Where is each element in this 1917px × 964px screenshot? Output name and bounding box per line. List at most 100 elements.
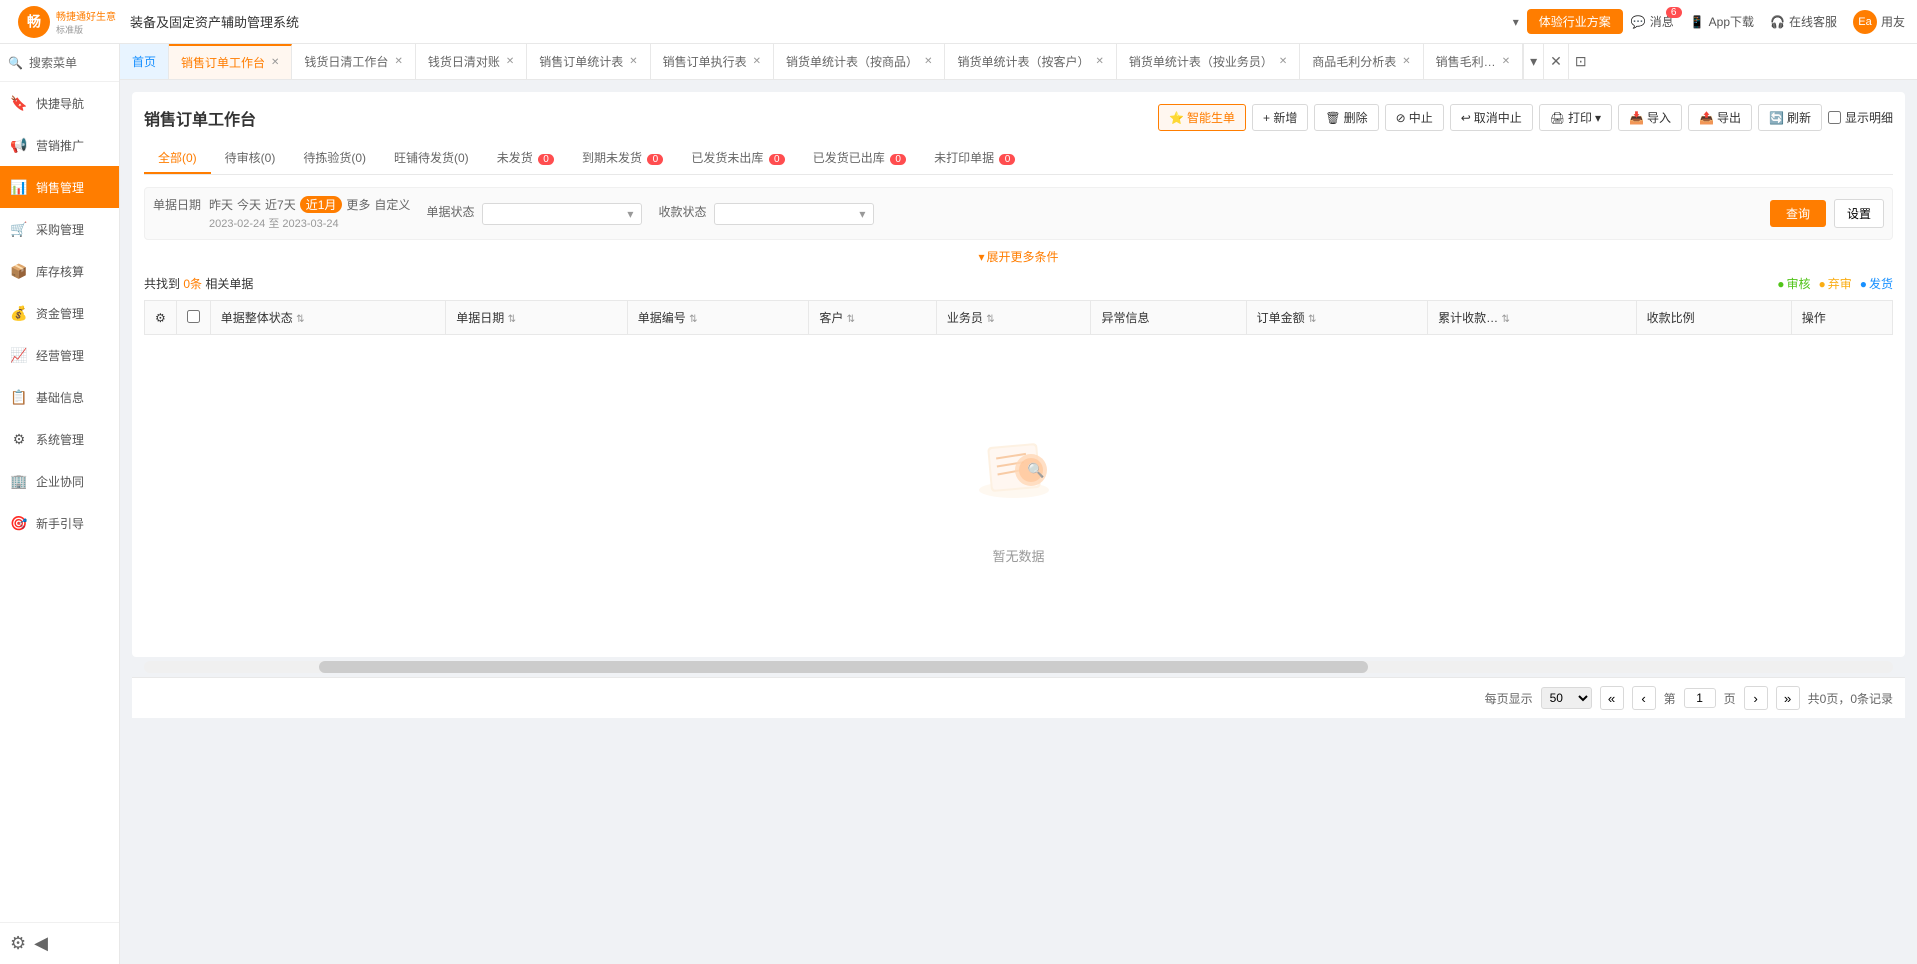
col-amount-label: 订单金额	[1257, 311, 1305, 325]
date-opt-1month[interactable]: 近1月	[300, 196, 343, 213]
smart-generate-button[interactable]: ⭐ 智能生单	[1158, 104, 1246, 131]
ship-action-link[interactable]: ● 发货	[1860, 275, 1893, 292]
date-opt-7days[interactable]: 近7天	[265, 196, 296, 213]
add-button[interactable]: + 新增	[1252, 104, 1308, 131]
status-filter-select[interactable]: ▾	[482, 203, 642, 225]
sidebar-item-inventory[interactable]: 📦 库存核算	[0, 250, 119, 292]
tab-sales-margin[interactable]: 销售毛利… ✕	[1424, 44, 1523, 80]
filter-tab-all[interactable]: 全部(0)	[144, 143, 211, 174]
industry-solution-button[interactable]: 体验行业方案	[1527, 9, 1623, 34]
tab-close-icon-10[interactable]: ✕	[1502, 56, 1510, 67]
stop-button[interactable]: ⊘ 中止	[1385, 104, 1444, 131]
col-settings[interactable]: ⚙	[145, 301, 177, 335]
sort-amount-icon[interactable]: ⇅	[1308, 314, 1316, 325]
sort-number-icon[interactable]: ⇅	[689, 314, 697, 325]
delete-button[interactable]: 🗑 删除	[1314, 104, 1378, 131]
sidebar-item-marketing[interactable]: 📢 营销推广	[0, 124, 119, 166]
sidebar-item-operation[interactable]: 📈 经营管理	[0, 334, 119, 376]
tab-close-icon-4[interactable]: ✕	[629, 56, 637, 67]
message-action[interactable]: 💬 消息 6	[1631, 13, 1674, 30]
page-size-select[interactable]: 10 20 50 100	[1541, 687, 1592, 709]
refresh-button[interactable]: 🔄 刷新	[1758, 104, 1822, 131]
tab-sales-workbench[interactable]: 销售订单工作台 ✕	[169, 44, 292, 80]
app-download-action[interactable]: 📱 App下载	[1690, 13, 1754, 30]
filter-tab-not-printed[interactable]: 未打印单据 0	[920, 143, 1029, 174]
tab-margin-analysis[interactable]: 商品毛利分析表 ✕	[1300, 44, 1423, 80]
query-button[interactable]: 查询	[1770, 200, 1826, 227]
sidebar-item-basic[interactable]: 📋 基础信息	[0, 376, 119, 418]
show-detail-checkbox[interactable]: 显示明细	[1828, 109, 1893, 126]
tab-close-icon[interactable]: ✕	[271, 57, 279, 68]
user-action[interactable]: Ea 用友	[1853, 10, 1905, 34]
sort-received-icon[interactable]: ⇅	[1501, 314, 1509, 325]
sidebar-purchase-label: 采购管理	[36, 221, 84, 238]
sidebar-item-corp[interactable]: 🏢 企业协同	[0, 460, 119, 502]
tab-goods-stats-staff[interactable]: 销货单统计表（按业务员） ✕	[1117, 44, 1300, 80]
horizontal-scrollbar[interactable]	[132, 661, 1905, 673]
date-opt-custom[interactable]: 自定义	[374, 196, 410, 213]
filter-settings-button[interactable]: 设置	[1834, 199, 1884, 228]
tab-close-icon-9[interactable]: ✕	[1402, 56, 1410, 67]
export-button[interactable]: 📤 导出	[1688, 104, 1752, 131]
page-number-input[interactable]	[1684, 688, 1716, 708]
tab-close-all-btn[interactable]: ✕	[1543, 44, 1568, 80]
print-button[interactable]: 🖨 打印 ▾	[1539, 104, 1612, 131]
sort-staff-icon[interactable]: ⇅	[986, 314, 994, 325]
settings-dropdown-icon[interactable]: ▾	[1513, 15, 1519, 29]
filter-tab-not-shipped[interactable]: 未发货 0	[483, 143, 568, 174]
date-opt-today[interactable]: 今天	[237, 196, 261, 213]
tab-goods-stats-customer[interactable]: 销货单统计表（按客户） ✕	[945, 44, 1116, 80]
sort-status-icon[interactable]: ⇅	[296, 314, 304, 325]
tab-cash-reconcile[interactable]: 钱货日清对账 ✕	[416, 44, 527, 80]
next-page-btn[interactable]: ›	[1744, 686, 1768, 710]
detail-checkbox-input[interactable]	[1828, 111, 1841, 124]
tab-close-icon-6[interactable]: ✕	[924, 56, 932, 67]
audit-action-link[interactable]: ● 审核	[1777, 275, 1810, 292]
tab-close-icon-5[interactable]: ✕	[753, 56, 761, 67]
tab-close-icon-2[interactable]: ✕	[394, 56, 402, 67]
sidebar-settings-btn[interactable]: ⚙	[10, 933, 26, 954]
select-all-checkbox[interactable]	[187, 310, 200, 323]
sidebar-item-nav[interactable]: 🔖 快捷导航	[0, 82, 119, 124]
sort-date-icon[interactable]: ⇅	[508, 314, 516, 325]
sidebar-collapse-btn[interactable]: ◀	[34, 933, 48, 954]
tab-more-btn[interactable]: ▾	[1523, 44, 1543, 80]
tab-home[interactable]: 首页	[120, 44, 169, 80]
sidebar-item-purchase[interactable]: 🛒 采购管理	[0, 208, 119, 250]
payment-filter-select[interactable]: ▾	[714, 203, 874, 225]
tab-cash-daily[interactable]: 钱货日清工作台 ✕	[292, 44, 415, 80]
expand-filter-btn[interactable]: ▾ 展开更多条件	[978, 248, 1058, 265]
tab-close-icon-3[interactable]: ✕	[506, 56, 514, 67]
tab-goods-stats-product[interactable]: 销货单统计表（按商品） ✕	[774, 44, 945, 80]
cancel-stop-button[interactable]: ↩ 取消中止	[1450, 104, 1533, 131]
last-page-btn[interactable]: »	[1776, 686, 1800, 710]
import-button[interactable]: 📥 导入	[1618, 104, 1682, 131]
col-checkbox[interactable]	[176, 301, 210, 335]
sidebar-item-finance[interactable]: 💰 资金管理	[0, 292, 119, 334]
online-service-action[interactable]: 🎧 在线客服	[1770, 13, 1837, 30]
sort-customer-icon[interactable]: ⇅	[847, 314, 855, 325]
expand-label: 展开更多条件	[987, 248, 1059, 265]
date-opt-more[interactable]: 更多	[346, 196, 370, 213]
tab-sales-stats[interactable]: 销售订单统计表 ✕	[527, 44, 650, 80]
tab-maximize-btn[interactable]: ⊡	[1568, 44, 1593, 80]
sidebar-item-system[interactable]: ⚙ 系统管理	[0, 418, 119, 460]
sidebar-search[interactable]: 🔍 搜索菜单	[0, 44, 119, 82]
filter-tab-overdue-ship[interactable]: 到期未发货 0	[568, 143, 677, 174]
filter-tab-shipped-not-out[interactable]: 已发货未出库 0	[677, 143, 798, 174]
first-page-btn[interactable]: «	[1600, 686, 1624, 710]
tab-close-icon-8[interactable]: ✕	[1279, 56, 1287, 67]
date-opt-yesterday[interactable]: 昨天	[209, 196, 233, 213]
filter-tab-shop-pending[interactable]: 旺铺待发货(0)	[380, 143, 483, 174]
prev-page-btn[interactable]: ‹	[1632, 686, 1656, 710]
sidebar-inventory-label: 库存核算	[36, 263, 84, 280]
cancel-audit-action-link[interactable]: ● 弃审	[1818, 275, 1851, 292]
sidebar-item-sales[interactable]: 📊 销售管理	[0, 166, 119, 208]
filter-tab-pending-audit[interactable]: 待审核(0)	[211, 143, 290, 174]
sidebar-item-guide[interactable]: 🎯 新手引导	[0, 502, 119, 544]
tab-close-icon-7[interactable]: ✕	[1095, 56, 1103, 67]
message-badge: 6	[1666, 7, 1682, 18]
filter-tab-pending-check[interactable]: 待拣验货(0)	[289, 143, 380, 174]
filter-tab-shipped-out[interactable]: 已发货已出库 0	[799, 143, 920, 174]
tab-sales-exec[interactable]: 销售订单执行表 ✕	[651, 44, 774, 80]
